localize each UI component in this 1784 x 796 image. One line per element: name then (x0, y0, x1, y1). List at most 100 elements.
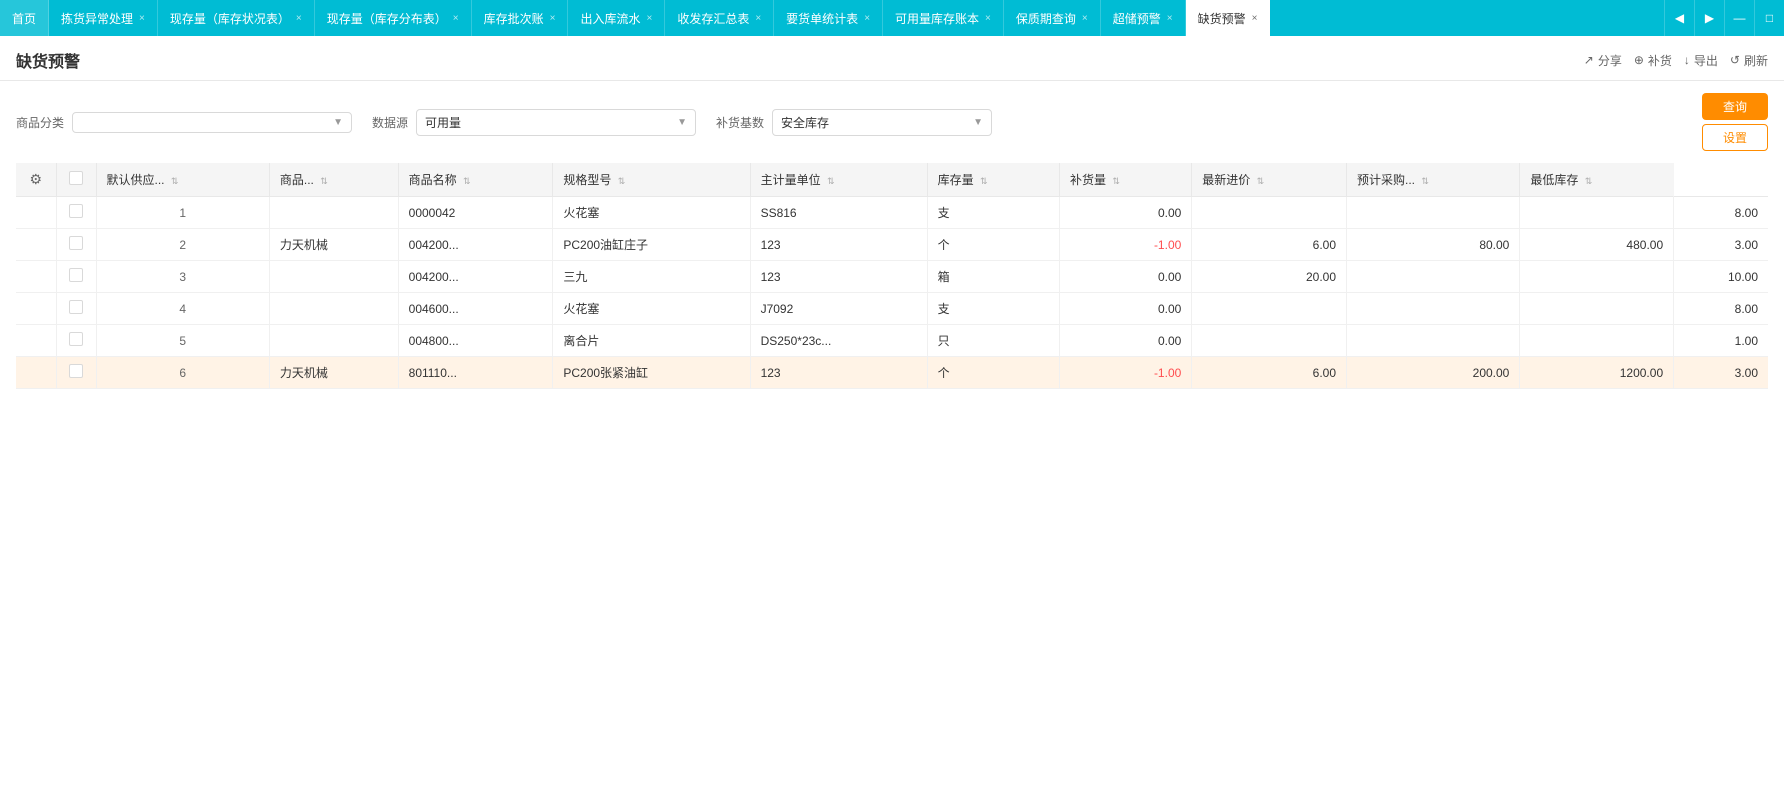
th-checkbox (56, 163, 96, 197)
row-supplier-cell (269, 325, 398, 357)
row-checkbox-1[interactable] (69, 204, 83, 218)
row-product-name-cell: PC200油缸庄子 (553, 229, 750, 261)
row-checkbox-3[interactable] (69, 268, 83, 282)
row-replenish-cell (1192, 325, 1347, 357)
page-header: 缺货预警 ↗ 分享 ⊕ 补货 ↓ 导出 ↺ 刷新 (0, 36, 1784, 81)
tab-nav-controls: ◀ ▶ — □ (1664, 0, 1784, 36)
sort-estimated-purchase-icon[interactable]: ⇅ (1421, 176, 1429, 187)
query-button[interactable]: 查询 (1702, 93, 1768, 120)
tab-close-inventory-dist[interactable]: × (453, 13, 459, 24)
datasource-select[interactable]: 可用量 ▼ (416, 109, 696, 136)
row-latest-price-cell (1347, 293, 1520, 325)
row-latest-price-cell: 80.00 (1347, 229, 1520, 261)
tab-close-shortage[interactable]: × (1252, 13, 1258, 24)
tab-inventory-dist[interactable]: 现存量（库存分布表） × (315, 0, 472, 36)
row-checkbox-4[interactable] (69, 300, 83, 314)
tab-close-order-stats[interactable]: × (864, 13, 870, 24)
row-supplier-cell (269, 197, 398, 229)
replenish-basis-select[interactable]: 安全库存 ▼ (772, 109, 992, 136)
row-num-cell: 5 (96, 325, 269, 357)
sort-supplier-icon[interactable]: ⇅ (171, 176, 179, 187)
sort-spec-icon[interactable]: ⇅ (618, 176, 626, 187)
row-latest-price-cell (1347, 325, 1520, 357)
sort-product-name-icon[interactable]: ⇅ (463, 176, 471, 187)
tab-overstock[interactable]: 超储预警 × (1101, 0, 1186, 36)
sort-product-code-icon[interactable]: ⇅ (320, 176, 328, 187)
row-num-cell: 1 (96, 197, 269, 229)
tab-close-expiry-query[interactable]: × (1082, 13, 1088, 24)
row-estimated-purchase-cell: 1200.00 (1520, 357, 1674, 389)
refresh-btn[interactable]: ↺ 刷新 (1730, 52, 1768, 69)
tab-close-recv-summary[interactable]: × (755, 13, 761, 24)
sort-replenish-icon[interactable]: ⇅ (1112, 176, 1120, 187)
tab-close-inventory-status[interactable]: × (296, 13, 302, 24)
window-minimize-btn[interactable]: — (1724, 0, 1754, 36)
tab-next-btn[interactable]: ▶ (1694, 0, 1724, 36)
sort-latest-price-icon[interactable]: ⇅ (1257, 176, 1265, 187)
row-estimated-purchase-cell (1520, 197, 1674, 229)
tab-inventory-status[interactable]: 现存量（库存状况表） × (158, 0, 315, 36)
tab-close-batch-account[interactable]: × (550, 13, 556, 24)
row-checkbox-5[interactable] (69, 332, 83, 346)
row-latest-price-cell (1347, 197, 1520, 229)
sort-unit-icon[interactable]: ⇅ (827, 176, 835, 187)
th-latest-price: 最新进价 ⇅ (1192, 163, 1347, 197)
row-settings-cell (16, 357, 56, 389)
row-latest-price-cell (1347, 261, 1520, 293)
row-checkbox-6[interactable] (69, 364, 83, 378)
category-select[interactable]: ▼ (72, 112, 352, 133)
row-min-stock-cell: 8.00 (1674, 197, 1768, 229)
row-stock-cell: -1.00 (1059, 357, 1191, 389)
replenish-btn[interactable]: ⊕ 补货 (1634, 52, 1672, 69)
row-estimated-purchase-cell (1520, 325, 1674, 357)
header-actions: ↗ 分享 ⊕ 补货 ↓ 导出 ↺ 刷新 (1584, 52, 1768, 69)
row-supplier-cell: 力天机械 (269, 229, 398, 261)
tab-expiry-query[interactable]: 保质期查询 × (1004, 0, 1101, 36)
row-min-stock-cell: 8.00 (1674, 293, 1768, 325)
share-btn[interactable]: ↗ 分享 (1584, 52, 1622, 69)
th-product-code: 商品... ⇅ (269, 163, 398, 197)
row-product-name-cell: PC200张紧油缸 (553, 357, 750, 389)
tab-close-overstock[interactable]: × (1167, 13, 1173, 24)
row-checkbox-cell (56, 325, 96, 357)
tab-abnormal[interactable]: 拣货异常处理 × (49, 0, 158, 36)
settings-button[interactable]: 设置 (1702, 124, 1768, 151)
tab-available-ledger[interactable]: 可用量库存账本 × (883, 0, 1004, 36)
table-row: 5 004800... 离合片 DS250*23c... 只 0.00 1.00 (16, 325, 1768, 357)
tab-close-abnormal[interactable]: × (139, 13, 145, 24)
table-row: 3 004200... 三九 123 箱 0.00 20.00 10.00 (16, 261, 1768, 293)
row-estimated-purchase-cell (1520, 261, 1674, 293)
row-estimated-purchase-cell: 480.00 (1520, 229, 1674, 261)
tab-prev-btn[interactable]: ◀ (1664, 0, 1694, 36)
settings-gear-icon[interactable]: ⚙ (29, 171, 42, 187)
th-estimated-purchase: 预计采购... ⇅ (1347, 163, 1520, 197)
window-maximize-btn[interactable]: □ (1754, 0, 1784, 36)
tab-close-in-out-flow[interactable]: × (646, 13, 652, 24)
table-row: 2 力天机械 004200... PC200油缸庄子 123 个 -1.00 6… (16, 229, 1768, 261)
select-all-checkbox[interactable] (69, 171, 83, 185)
tab-home[interactable]: 首页 (0, 0, 49, 36)
row-spec-cell: J7092 (750, 293, 927, 325)
tab-shortage[interactable]: 缺货预警 × (1186, 0, 1271, 36)
row-stock-cell: 0.00 (1059, 325, 1191, 357)
row-settings-cell (16, 293, 56, 325)
row-checkbox-cell (56, 293, 96, 325)
row-checkbox-2[interactable] (69, 236, 83, 250)
page-title: 缺货预警 (16, 48, 80, 72)
tab-batch-account[interactable]: 库存批次账 × (472, 0, 569, 36)
row-num-cell: 6 (96, 357, 269, 389)
tab-in-out-flow[interactable]: 出入库流水 × (568, 0, 665, 36)
sort-stock-icon[interactable]: ⇅ (980, 176, 988, 187)
th-spec: 规格型号 ⇅ (553, 163, 750, 197)
table-row: 1 0000042 火花塞 SS816 支 0.00 8.00 (16, 197, 1768, 229)
row-unit-cell: 支 (927, 197, 1059, 229)
share-icon: ↗ (1584, 53, 1594, 67)
row-checkbox-cell (56, 229, 96, 261)
tab-close-available-ledger[interactable]: × (985, 13, 991, 24)
sort-min-stock-icon[interactable]: ⇅ (1585, 176, 1593, 187)
row-settings-cell (16, 197, 56, 229)
export-btn[interactable]: ↓ 导出 (1684, 52, 1718, 69)
tab-recv-summary[interactable]: 收发存汇总表 × (665, 0, 774, 36)
tab-order-stats[interactable]: 要货单统计表 × (774, 0, 883, 36)
row-unit-cell: 箱 (927, 261, 1059, 293)
